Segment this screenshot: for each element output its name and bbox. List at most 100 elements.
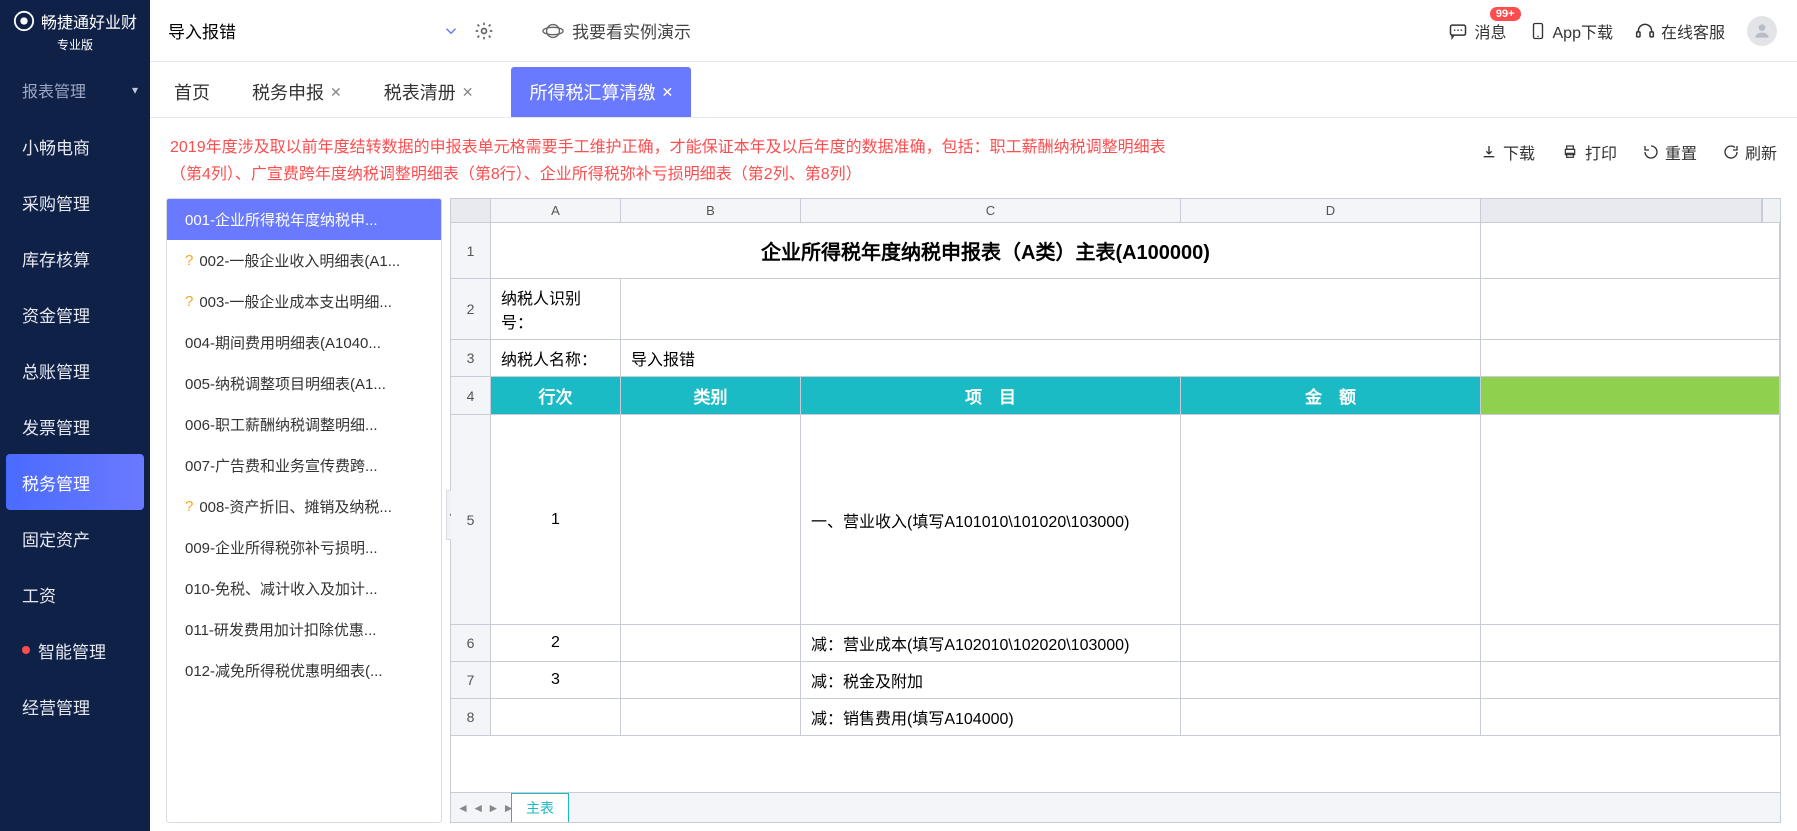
sidebar-item[interactable]: 税务管理 [6,454,144,510]
sidebar-item[interactable]: 报表管理▾ [0,62,150,118]
sheet-tab-main[interactable]: 主表 [511,793,569,822]
form-item-label: 002-一般企业收入明细表(A1... [199,250,400,271]
row-header[interactable]: 2 [451,279,491,339]
row-header[interactable]: 4 [451,377,491,414]
row-header[interactable]: 5 [451,415,491,624]
download-button[interactable]: 下载 [1481,140,1535,164]
cell[interactable] [621,699,801,735]
cell[interactable] [1181,699,1481,735]
form-list-item[interactable]: 010-免税、减计收入及加计... [167,568,441,609]
page-tab[interactable]: 首页 [170,67,214,117]
grid[interactable]: 1 企业所得税年度纳税申报表（A类）主表(A100000) 2 纳税人识别号： … [451,223,1780,792]
refresh-button[interactable]: 刷新 [1723,140,1777,164]
corner-cell[interactable] [451,199,491,222]
cell[interactable] [621,415,801,624]
row-header[interactable]: 7 [451,662,491,698]
sidebar-item[interactable]: 智能管理 [0,622,150,678]
workspace: 001-企业所得税年度纳税申...?002-一般企业收入明细表(A1...?00… [150,198,1797,831]
form-list-item[interactable]: 006-职工薪酬纳税调整明细... [167,404,441,445]
online-service-button[interactable]: 在线客服 [1635,19,1725,43]
cell[interactable] [491,699,621,735]
header-search [150,21,512,41]
cell[interactable]: 减：税金及附加 [801,662,1181,698]
form-list-item[interactable]: ?002-一般企业收入明细表(A1... [167,240,441,281]
form-item-label: 003-一般企业成本支出明细... [199,291,392,312]
col-header-a[interactable]: A [491,199,621,222]
sidebar-item[interactable]: 工资 [0,566,150,622]
cell[interactable] [1481,699,1780,735]
cell[interactable] [1181,625,1481,661]
row-header[interactable]: 8 [451,699,491,735]
cell[interactable] [1181,415,1481,624]
form-list-item[interactable]: 012-减免所得税优惠明细表(... [167,650,441,691]
sidebar-item[interactable]: 总账管理 [0,342,150,398]
taxpayer-name-cell[interactable]: 导入报错 [621,340,1481,376]
vertical-scrollbar[interactable] [1762,199,1780,222]
message-badge: 99+ [1490,7,1521,21]
col-header-b[interactable]: B [621,199,801,222]
sidebar-item-label: 采购管理 [22,190,90,215]
close-icon[interactable]: ✕ [661,84,673,101]
cell[interactable] [621,662,801,698]
message-button[interactable]: 消息 99+ [1448,19,1506,43]
close-icon[interactable]: ✕ [330,84,342,101]
cell[interactable] [1481,415,1780,624]
main-area: 报表管理▾小畅电商采购管理库存核算资金管理总账管理发票管理税务管理固定资产工资智… [0,62,1797,831]
cell[interactable]: 3 [491,662,621,698]
search-dropdown-icon[interactable] [442,22,460,40]
sidebar-item[interactable]: 采购管理 [0,174,150,230]
form-list-item[interactable]: 007-广告费和业务宣传费跨... [167,445,441,486]
form-list-item[interactable]: 001-企业所得税年度纳税申... [167,199,441,240]
row-header[interactable]: 6 [451,625,491,661]
sidebar-item[interactable]: 经营管理 [0,678,150,734]
cell[interactable] [621,625,801,661]
demo-link[interactable]: 我要看实例演示 [512,18,721,43]
data-row: 51 一、营业收入(填写A101010\101020\103000) [451,415,1780,625]
sidebar-item-label: 税务管理 [22,470,90,495]
sidebar-item-label: 经营管理 [22,694,90,719]
sidebar-item-label: 资金管理 [22,302,90,327]
form-list-item[interactable]: 009-企业所得税弥补亏损明... [167,527,441,568]
sidebar-item[interactable]: 库存核算 [0,230,150,286]
reset-button[interactable]: 重置 [1643,140,1697,164]
cell[interactable]: 减：销售费用(填写A104000) [801,699,1181,735]
settings-icon[interactable] [474,21,494,41]
cell[interactable]: 纳税人识别号： [491,279,621,339]
cell[interactable] [1481,662,1780,698]
planet-icon [542,20,564,42]
app-download-button[interactable]: App下载 [1529,19,1613,43]
cell[interactable]: 纳税人名称： [491,340,621,376]
cell[interactable]: 减：营业成本(填写A102010\102020\103000) [801,625,1181,661]
cell[interactable] [1481,625,1780,661]
cell[interactable]: 一、营业收入(填写A101010\101020\103000) [801,415,1181,624]
col-header-c[interactable]: C [801,199,1181,222]
tab-label: 税表清册 [384,79,456,105]
form-list-item[interactable]: 011-研发费用加计扣除优惠... [167,609,441,650]
form-list-item[interactable]: 005-纳税调整项目明细表(A1... [167,363,441,404]
title-row: 1 企业所得税年度纳税申报表（A类）主表(A100000) [451,223,1780,279]
close-icon[interactable]: ✕ [462,84,474,101]
form-list-item[interactable]: ?003-一般企业成本支出明细... [167,281,441,322]
form-list-item[interactable]: ?008-资产折旧、摊销及纳税... [167,486,441,527]
search-input[interactable] [168,21,428,41]
sidebar-item[interactable]: 发票管理 [0,398,150,454]
cell[interactable] [621,279,1481,339]
cell[interactable]: 2 [491,625,621,661]
cell[interactable]: 1 [491,415,621,624]
row-header[interactable]: 1 [451,223,491,278]
cell[interactable] [1181,662,1481,698]
page-tab[interactable]: 税表清册 ✕ [380,67,478,117]
sidebar-item[interactable]: 小畅电商 [0,118,150,174]
cell-header: 金 额 [1181,377,1481,414]
page-tab[interactable]: 税务申报✕ [248,67,346,117]
form-list-item[interactable]: 004-期间费用明细表(A1040... [167,322,441,363]
page-tab[interactable]: 所得税汇算清缴✕ [511,67,691,117]
user-avatar[interactable] [1747,16,1777,46]
row-header[interactable]: 3 [451,340,491,376]
print-button[interactable]: 打印 [1561,140,1617,164]
sheet-nav-arrows[interactable]: ◄ ◄ ► ► [457,801,515,815]
sidebar-item[interactable]: 资金管理 [0,286,150,342]
col-header-d[interactable]: D [1181,199,1481,222]
brand-block: 畅捷通好业财 专业版 [0,0,150,62]
sidebar-item[interactable]: 固定资产 [0,510,150,566]
